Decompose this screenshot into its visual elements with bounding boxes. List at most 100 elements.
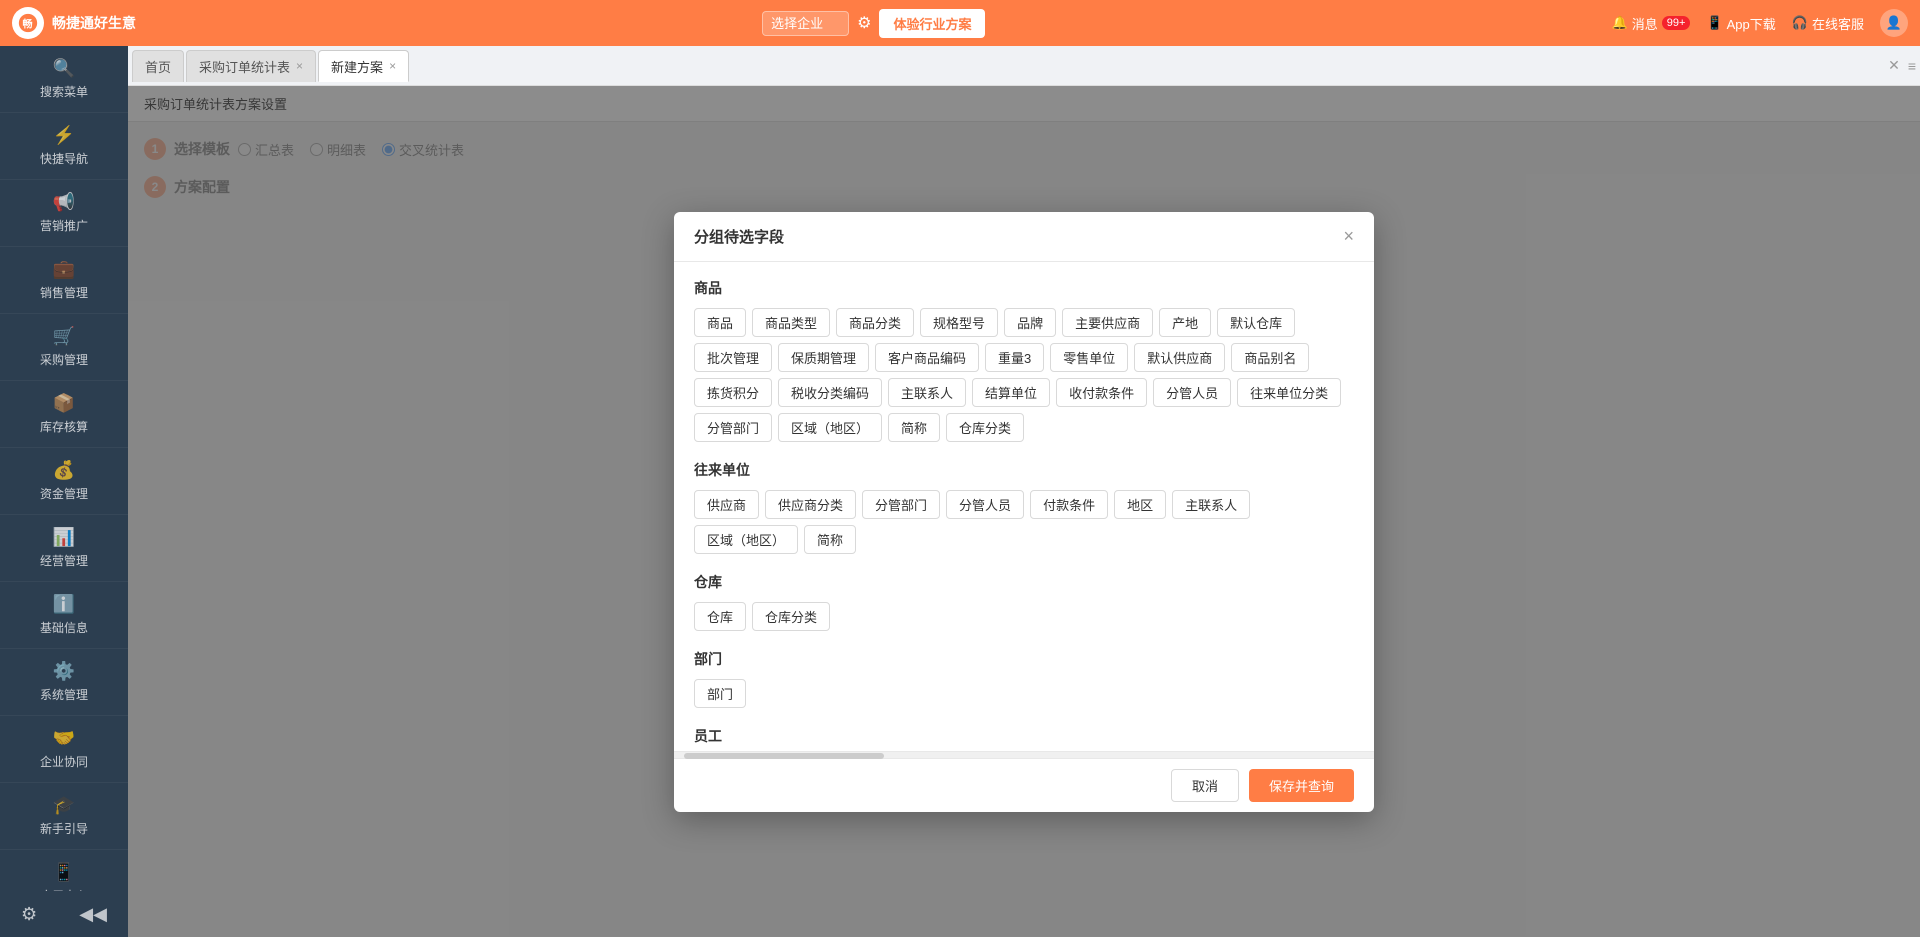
field-tag[interactable]: 拣货积分 xyxy=(694,378,772,407)
cancel-button[interactable]: 取消 xyxy=(1171,769,1239,802)
field-tag[interactable]: 简称 xyxy=(888,413,940,442)
sidebar-item-guide[interactable]: 🎓 新手引导 xyxy=(0,783,128,850)
field-tag[interactable]: 商品分类 xyxy=(836,308,914,337)
sidebar-item-finance[interactable]: 💰 资金管理 xyxy=(0,448,128,515)
online-service-label: 在线客服 xyxy=(1812,14,1864,33)
operations-icon: 📊 xyxy=(53,527,75,548)
notice-item[interactable]: 🔔 消息 99+ xyxy=(1612,14,1691,33)
modal-footer: 取消 保存并查询 xyxy=(674,758,1374,812)
field-tag[interactable]: 仓库 xyxy=(694,602,746,631)
section-department-title: 部门 xyxy=(694,649,1354,669)
sidebar-item-operations[interactable]: 📊 经营管理 xyxy=(0,515,128,582)
sidebar-label-collab: 企业协同 xyxy=(40,753,88,770)
field-tag[interactable]: 默认供应商 xyxy=(1134,343,1225,372)
field-tag[interactable]: 区域（地区） xyxy=(694,525,798,554)
field-tag[interactable]: 分管部门 xyxy=(694,413,772,442)
top-header: 畅 畅捷通好生意 选择企业 ⚙ 体验行业方案 🔔 消息 99+ 📱 App下载 … xyxy=(0,0,1920,46)
tab-purchase-stat-label: 采购订单统计表 xyxy=(199,57,290,76)
field-tag[interactable]: 部门 xyxy=(694,679,746,708)
modal-body: 商品 商品 商品类型 商品分类 规格型号 品牌 主要供应商 产地 默认仓库 批次… xyxy=(674,262,1374,752)
field-tag[interactable]: 税收分类编码 xyxy=(778,378,882,407)
field-tag[interactable]: 供应商 xyxy=(694,490,759,519)
sidebar: 🔍 搜索菜单 ⚡ 快捷导航 📢 营销推广 💼 销售管理 🛒 采购管理 📦 库存核… xyxy=(0,46,128,937)
app-download-item[interactable]: 📱 App下载 xyxy=(1706,14,1775,33)
tab-purchase-stat-close[interactable]: × xyxy=(296,59,303,73)
field-tag[interactable]: 批次管理 xyxy=(694,343,772,372)
tab-new-plan[interactable]: 新建方案 × xyxy=(318,50,409,82)
field-tag[interactable]: 仓库分类 xyxy=(946,413,1024,442)
settings-bottom-icon[interactable]: ⚙ xyxy=(21,904,37,925)
field-tag[interactable]: 客户商品编码 xyxy=(875,343,979,372)
field-tag[interactable]: 收付款条件 xyxy=(1056,378,1147,407)
notice-badge: 99+ xyxy=(1662,16,1691,30)
sidebar-label-basic: 基础信息 xyxy=(40,619,88,636)
avatar[interactable]: 👤 xyxy=(1880,9,1908,37)
field-tag[interactable]: 保质期管理 xyxy=(778,343,869,372)
tab-bar-more-icon[interactable]: ≡ xyxy=(1908,58,1916,74)
sidebar-item-inventory[interactable]: 📦 库存核算 xyxy=(0,381,128,448)
sidebar-item-quick[interactable]: ⚡ 快捷导航 xyxy=(0,113,128,180)
tab-home-label: 首页 xyxy=(145,57,171,76)
modal-hscroll[interactable] xyxy=(674,751,1374,757)
sidebar-item-sales[interactable]: 💼 销售管理 xyxy=(0,247,128,314)
sidebar-item-system[interactable]: ⚙️ 系统管理 xyxy=(0,649,128,716)
tab-purchase-stat[interactable]: 采购订单统计表 × xyxy=(186,50,316,82)
sidebar-label-operations: 经营管理 xyxy=(40,552,88,569)
field-tag[interactable]: 供应商分类 xyxy=(765,490,856,519)
sales-icon: 💼 xyxy=(53,259,75,280)
field-tag[interactable]: 默认仓库 xyxy=(1217,308,1295,337)
field-tag[interactable]: 分管人员 xyxy=(946,490,1024,519)
field-tag[interactable]: 仓库分类 xyxy=(752,602,830,631)
online-service-item[interactable]: 🎧 在线客服 xyxy=(1792,14,1864,33)
sidebar-item-search[interactable]: 🔍 搜索菜单 xyxy=(0,46,128,113)
field-tag[interactable]: 简称 xyxy=(804,525,856,554)
sidebar-item-marketing[interactable]: 📢 营销推广 xyxy=(0,180,128,247)
modal-hscroll-thumb[interactable] xyxy=(684,753,884,759)
audio-bottom-icon[interactable]: ◀◀ xyxy=(79,904,107,925)
section-product-title: 商品 xyxy=(694,278,1354,298)
inventory-icon: 📦 xyxy=(53,393,75,414)
field-tag[interactable]: 零售单位 xyxy=(1050,343,1128,372)
bottom-bar: ⚙ ◀◀ xyxy=(0,891,128,937)
field-tag[interactable]: 结算单位 xyxy=(972,378,1050,407)
company-select[interactable]: 选择企业 xyxy=(762,11,849,36)
main-content: 采购订单统计表方案设置 1 选择模板 汇总表 明细表 交叉统计表 2 方案配置 … xyxy=(128,86,1920,937)
tab-bar-close-icon[interactable]: ✕ xyxy=(1884,57,1904,74)
field-tag[interactable]: 区域（地区） xyxy=(778,413,882,442)
field-tag[interactable]: 产地 xyxy=(1159,308,1211,337)
field-tag[interactable]: 商品 xyxy=(694,308,746,337)
field-tag[interactable]: 分管部门 xyxy=(862,490,940,519)
modal-close-button[interactable]: × xyxy=(1343,226,1354,247)
section-staff: 员工 业务员 xyxy=(694,726,1354,752)
headset-icon: 🎧 xyxy=(1792,15,1808,31)
field-tag[interactable]: 主联系人 xyxy=(888,378,966,407)
sidebar-label-marketing: 营销推广 xyxy=(40,217,88,234)
field-tag[interactable]: 规格型号 xyxy=(920,308,998,337)
sidebar-item-collab[interactable]: 🤝 企业协同 xyxy=(0,716,128,783)
confirm-button[interactable]: 保存并查询 xyxy=(1249,769,1354,802)
field-tag[interactable]: 地区 xyxy=(1114,490,1166,519)
sidebar-label-system: 系统管理 xyxy=(40,686,88,703)
field-tag[interactable]: 主要供应商 xyxy=(1062,308,1153,337)
field-tag[interactable]: 商品类型 xyxy=(752,308,830,337)
gear-icon[interactable]: ⚙ xyxy=(857,13,871,33)
field-tag[interactable]: 付款条件 xyxy=(1030,490,1108,519)
search-icon: 🔍 xyxy=(53,58,75,79)
field-tag[interactable]: 分管人员 xyxy=(1153,378,1231,407)
sidebar-item-basic[interactable]: ℹ️ 基础信息 xyxy=(0,582,128,649)
field-tag[interactable]: 重量3 xyxy=(985,343,1044,372)
trial-button[interactable]: 体验行业方案 xyxy=(879,9,985,38)
tab-home[interactable]: 首页 xyxy=(132,50,184,82)
partner-field-tags: 供应商 供应商分类 分管部门 分管人员 付款条件 地区 主联系人 区域（地区） … xyxy=(694,490,1354,554)
field-tag[interactable]: 商品别名 xyxy=(1231,343,1309,372)
field-tag[interactable]: 品牌 xyxy=(1004,308,1056,337)
notice-label: 消息 xyxy=(1632,14,1658,33)
guide-icon: 🎓 xyxy=(53,795,75,816)
sidebar-item-purchase[interactable]: 🛒 采购管理 xyxy=(0,314,128,381)
mobile-icon: 📱 xyxy=(1706,15,1722,31)
sidebar-label-finance: 资金管理 xyxy=(40,485,88,502)
field-tag[interactable]: 主联系人 xyxy=(1172,490,1250,519)
sidebar-label-sales: 销售管理 xyxy=(40,284,88,301)
field-tag[interactable]: 往来单位分类 xyxy=(1237,378,1341,407)
tab-new-plan-close[interactable]: × xyxy=(389,59,396,73)
